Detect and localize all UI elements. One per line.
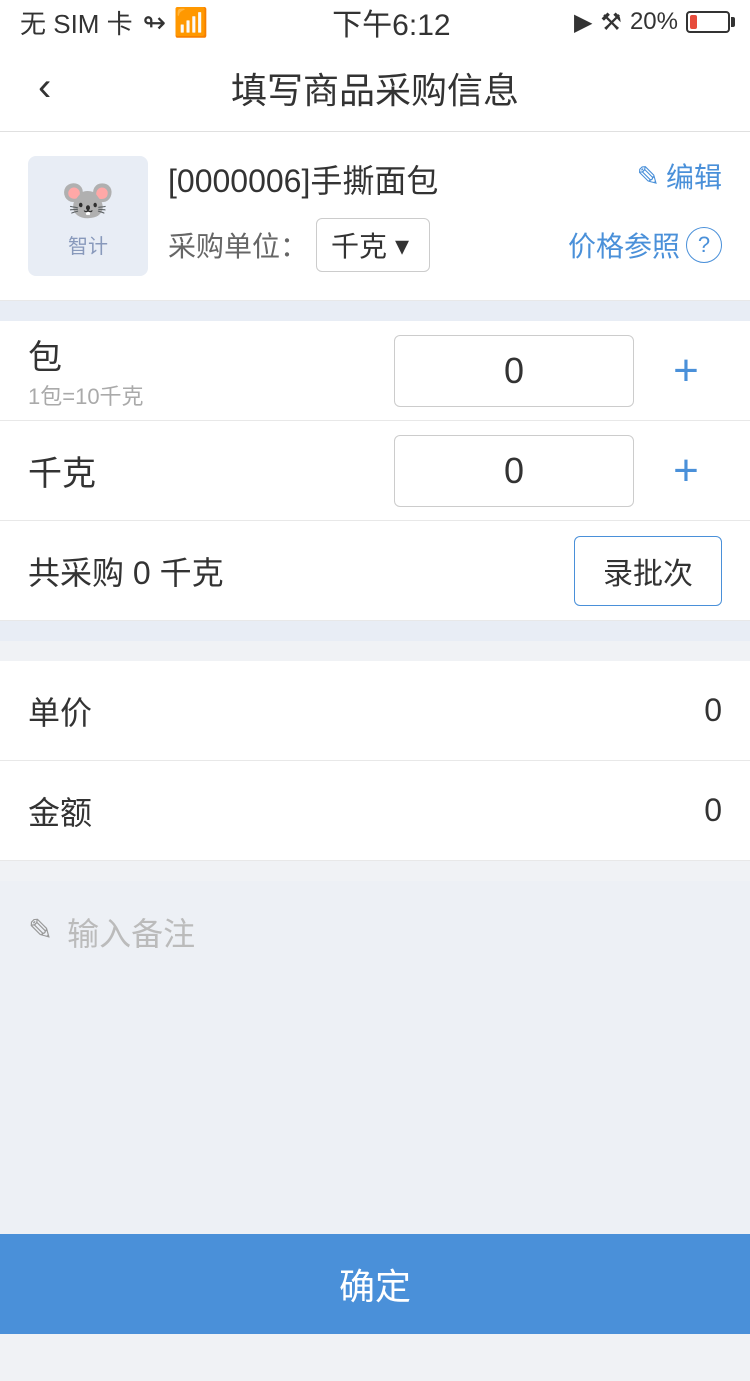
back-button[interactable]: ‹ xyxy=(28,55,61,120)
unit-select[interactable]: 千克 ▾ xyxy=(316,218,430,272)
section-divider-2 xyxy=(0,621,750,641)
note-placeholder: 输入备注 xyxy=(67,909,195,955)
help-icon: ? xyxy=(686,227,722,263)
product-full-name: 手撕面包 xyxy=(310,163,438,199)
input-section: 包 1包=10千克 0 + 千克 0 + 共采购 0 千克 录批次 xyxy=(0,321,750,621)
section-divider-1 xyxy=(0,301,750,321)
bag-input-row: 包 1包=10千克 0 + xyxy=(0,321,750,421)
status-left: 无 SIM 卡 ↬ 📶 xyxy=(20,4,209,41)
kg-label: 千克 xyxy=(28,446,168,495)
dropdown-arrow: ▾ xyxy=(395,229,409,262)
unit-price-row: 单价 0 xyxy=(0,661,750,761)
batch-button[interactable]: 录批次 xyxy=(574,536,722,606)
amount-row: 金额 0 xyxy=(0,761,750,861)
bag-value: 0 xyxy=(504,350,524,392)
kg-plus-button[interactable]: + xyxy=(650,435,722,507)
amount-value: 0 xyxy=(704,792,722,829)
location-icon: ▶ xyxy=(574,8,592,37)
amount-label: 金额 xyxy=(28,788,92,834)
price-section: 单价 0 金额 0 xyxy=(0,661,750,861)
price-ref-label: 价格参照 xyxy=(568,225,680,265)
product-thumb-label: 智计 xyxy=(68,230,108,259)
product-card: 🐭 智计 [0000006]手撕面包 ✎ 编辑 采购单位： 千克 ▾ 价格参照 xyxy=(0,132,750,301)
confirm-bar[interactable]: 确定 xyxy=(0,1234,750,1334)
pencil-icon: ✎ xyxy=(28,913,53,948)
summary-row: 共采购 0 千克 录批次 xyxy=(0,521,750,621)
page-title: 填写商品采购信息 xyxy=(231,62,519,114)
wifi-icon: ↬ 📶 xyxy=(143,6,209,39)
unit-price-value: 0 xyxy=(704,692,722,729)
edit-icon: ✎ xyxy=(637,160,660,193)
battery-percent: 20% xyxy=(630,8,678,36)
edit-button[interactable]: ✎ 编辑 xyxy=(637,156,722,196)
bag-input[interactable]: 0 xyxy=(394,335,634,407)
status-right: ▶ ⚒ 20% xyxy=(574,8,730,37)
unit-price-label: 单价 xyxy=(28,688,92,734)
bag-sub-label: 1包=10千克 xyxy=(28,379,168,411)
bag-plus-button[interactable]: + xyxy=(650,335,722,407)
bag-label: 包 xyxy=(28,330,168,379)
kg-input[interactable]: 0 xyxy=(394,435,634,507)
alarm-icon: ⚒ xyxy=(600,8,622,37)
product-owl-icon: 🐭 xyxy=(61,174,116,226)
price-ref-button[interactable]: 价格参照 ? xyxy=(568,225,722,265)
carrier-label: 无 SIM 卡 xyxy=(20,4,133,41)
bag-label-wrap: 包 1包=10千克 xyxy=(28,330,168,411)
nav-bar: ‹ 填写商品采购信息 xyxy=(0,44,750,132)
kg-value: 0 xyxy=(504,450,524,492)
kg-input-wrap: 0 + xyxy=(168,435,722,507)
product-header: [0000006]手撕面包 ✎ 编辑 xyxy=(168,156,722,202)
status-bar: 无 SIM 卡 ↬ 📶 下午6:12 ▶ ⚒ 20% xyxy=(0,0,750,44)
edit-label: 编辑 xyxy=(666,156,722,196)
note-section[interactable]: ✎ 输入备注 xyxy=(0,881,750,1281)
kg-input-row: 千克 0 + xyxy=(0,421,750,521)
confirm-button[interactable]: 确定 xyxy=(339,1258,411,1310)
unit-label: 采购单位： xyxy=(168,225,308,265)
bag-input-wrap: 0 + xyxy=(168,335,722,407)
summary-text: 共采购 0 千克 xyxy=(28,548,224,594)
kg-label-wrap: 千克 xyxy=(28,446,168,495)
product-name: [0000006]手撕面包 xyxy=(168,156,438,202)
clock: 下午6:12 xyxy=(332,0,450,44)
battery-icon xyxy=(686,11,730,33)
product-thumbnail: 🐭 智计 xyxy=(28,156,148,276)
product-unit-row: 采购单位： 千克 ▾ 价格参照 ? xyxy=(168,218,722,272)
product-id: [0000006] xyxy=(168,163,310,199)
product-info: [0000006]手撕面包 ✎ 编辑 采购单位： 千克 ▾ 价格参照 ? xyxy=(168,156,722,272)
unit-value: 千克 xyxy=(331,225,387,265)
